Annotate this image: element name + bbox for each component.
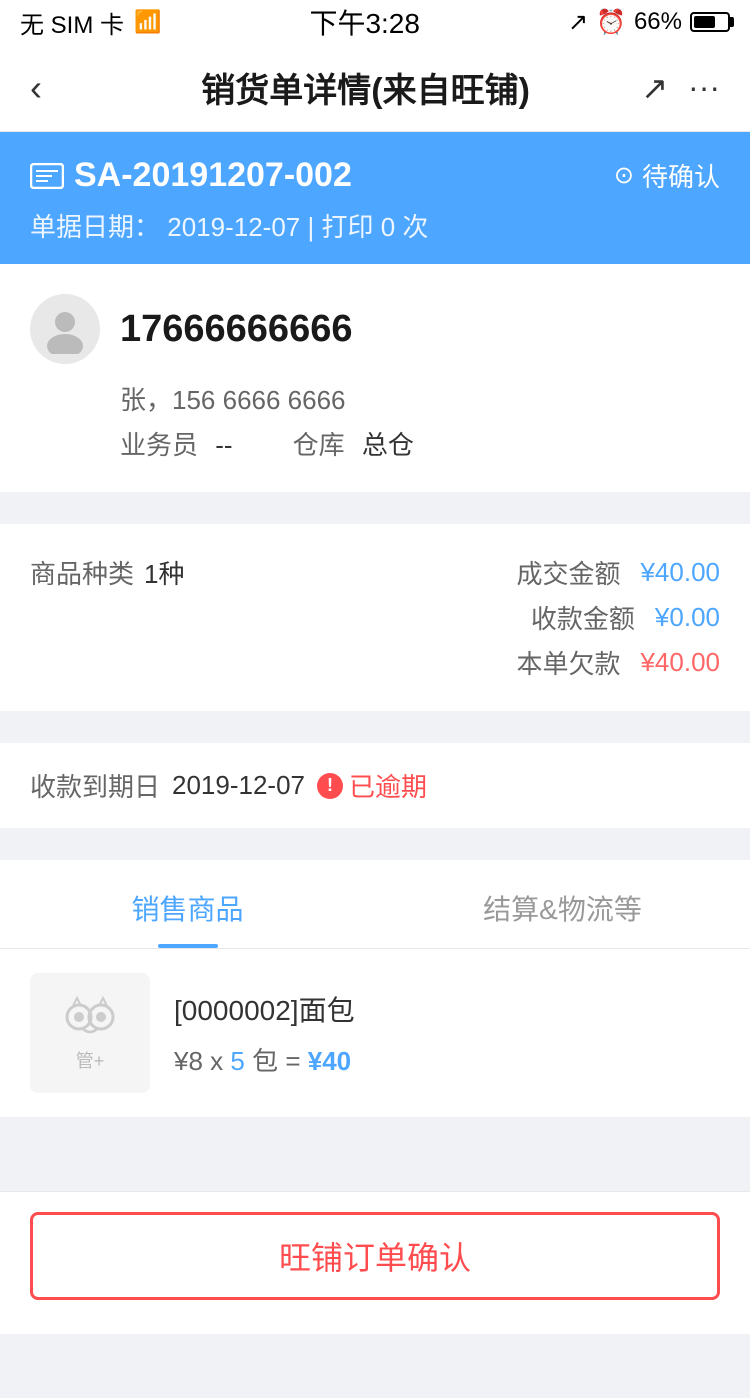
product-thumbnail: 管+ (30, 973, 150, 1093)
warehouse-label: 仓库 (293, 430, 345, 460)
owed-value: ¥40.00 (640, 647, 720, 678)
status-right: ↗ ⏰ 66% (568, 8, 730, 37)
battery-bar (690, 12, 730, 32)
customer-meta: 业务员 -- 仓库 总仓 (120, 425, 720, 462)
divider-3 (0, 844, 750, 860)
product-logo: 管+ (55, 993, 125, 1073)
divider-1 (0, 508, 750, 524)
salesman-label: 业务员 (120, 430, 198, 460)
received-label: 收款金额 (531, 599, 635, 636)
salesman-value: -- (215, 430, 232, 460)
customer-phone: 17666666666 (120, 308, 352, 351)
battery-fill (694, 16, 715, 28)
confirm-order-button[interactable]: 旺铺订单确认 (30, 1212, 720, 1300)
status-time: 下午3:28 (309, 2, 420, 42)
order-header-top: SA-20191207-002 ⊙ 待确认 (30, 156, 720, 195)
duedate-label: 收款到期日 (30, 767, 160, 804)
back-button[interactable]: ‹ (30, 67, 90, 109)
warehouse-item: 仓库 总仓 (293, 425, 414, 462)
overdue-badge: ! 已逾期 (317, 767, 427, 804)
deal-amount-label: 成交金额 (516, 554, 620, 591)
order-status: ⊙ 待确认 (614, 157, 720, 194)
customer-card: 17666666666 张，156 6666 6666 业务员 -- 仓库 总仓 (0, 264, 750, 492)
nav-actions: ↗ ··· (641, 69, 720, 107)
bottom-bar: 旺铺订单确认 (0, 1191, 750, 1334)
duedate-card: 收款到期日 2019-12-07 ! 已逾期 (0, 743, 750, 828)
location-icon: ↗ (568, 8, 588, 37)
product-info: [0000002]面包 ¥8 x 5 包 = ¥40 (174, 989, 720, 1078)
avatar-icon (40, 304, 90, 354)
overdue-text: 已逾期 (349, 767, 427, 804)
avatar (30, 294, 100, 364)
product-qty: 5 (230, 1046, 244, 1076)
page-title: 销货单详情(来自旺铺) (201, 63, 530, 112)
order-header: SA-20191207-002 ⊙ 待确认 单据日期： 2019-12-07 |… (0, 132, 750, 264)
more-icon[interactable]: ··· (688, 69, 720, 106)
divider-2 (0, 727, 750, 743)
product-price: ¥8 x 5 包 = ¥40 (174, 1041, 720, 1078)
owed-amount-row: 本单欠款 ¥40.00 (516, 644, 720, 681)
product-kinds: 商品种类 1种 (30, 554, 184, 591)
received-amount-row: 收款金额 ¥0.00 (531, 599, 720, 636)
product-list: 管+ [0000002]面包 ¥8 x 5 包 = ¥40 (0, 949, 750, 1118)
product-kinds-value: 1种 (144, 554, 184, 591)
clock-icon: ⊙ (614, 161, 634, 190)
warning-icon: ! (317, 773, 343, 799)
battery-percent: 66% (634, 8, 682, 36)
summary-right: 成交金额 ¥40.00 收款金额 ¥0.00 本单欠款 ¥40.00 (516, 554, 720, 681)
status-carrier: 无 SIM 卡 📶 (20, 5, 161, 40)
order-icon (30, 163, 64, 189)
customer-header: 17666666666 (30, 294, 720, 364)
wifi-icon: 📶 (134, 9, 161, 35)
warehouse-value: 总仓 (362, 430, 414, 460)
product-name: [0000002]面包 (174, 989, 720, 1029)
alarm-icon: ⏰ (596, 8, 626, 37)
deal-amount-value: ¥40.00 (640, 557, 720, 588)
tab-settlement[interactable]: 结算&物流等 (375, 860, 750, 948)
deal-amount-row: 成交金额 ¥40.00 (516, 554, 720, 591)
carrier-text: 无 SIM 卡 (20, 5, 124, 40)
tabs-container: 销售商品 结算&物流等 (0, 860, 750, 949)
product-kinds-label: 商品种类 (30, 554, 134, 591)
status-text: 待确认 (642, 157, 720, 194)
summary-left: 商品种类 1种 (30, 554, 184, 591)
order-number: SA-20191207-002 (30, 156, 352, 195)
owl-plus-text: 管+ (76, 1047, 105, 1073)
customer-info: 张，156 6666 6666 (120, 380, 720, 417)
status-bar: 无 SIM 卡 📶 下午3:28 ↗ ⏰ 66% (0, 0, 750, 44)
duedate-value: 2019-12-07 (172, 770, 305, 801)
salesman-item: 业务员 -- (120, 425, 233, 462)
order-date: 单据日期： 2019-12-07 | 打印 0 次 (30, 207, 720, 244)
product-total: ¥40 (308, 1046, 351, 1076)
table-row: 管+ [0000002]面包 ¥8 x 5 包 = ¥40 (0, 949, 750, 1118)
owed-label: 本单欠款 (516, 644, 620, 681)
share-icon[interactable]: ↗ (641, 69, 668, 107)
owl-logo-icon (55, 993, 125, 1043)
summary-card: 商品种类 1种 成交金额 ¥40.00 收款金额 ¥0.00 本单欠款 ¥40.… (0, 524, 750, 711)
tab-products[interactable]: 销售商品 (0, 860, 375, 948)
received-value: ¥0.00 (655, 602, 720, 633)
nav-bar: ‹ 销货单详情(来自旺铺) ↗ ··· (0, 44, 750, 132)
